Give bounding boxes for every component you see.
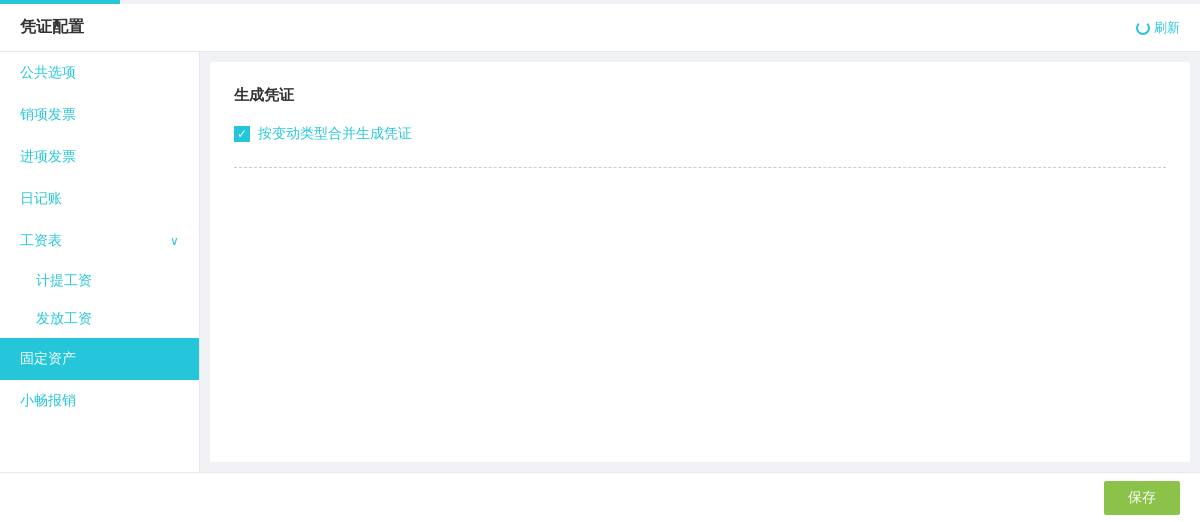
header: 凭证配置 刷新 [0,4,1200,52]
refresh-label: 刷新 [1154,19,1180,37]
sidebar-item-pay-payroll[interactable]: 发放工资 [0,300,199,338]
sidebar-item-sales-invoice[interactable]: 销项发票 [0,94,199,136]
sidebar-item-label: 工资表 [20,232,62,250]
content-area: 生成凭证 ✓ 按变动类型合并生成凭证 [210,62,1190,462]
section-divider [234,167,1166,168]
checkbox-label: 按变动类型合并生成凭证 [258,125,412,143]
footer: 保存 [0,472,1200,522]
sidebar-item-journal[interactable]: 日记账 [0,178,199,220]
sidebar: 公共选项 销项发票 进项发票 日记账 工资表 ∨ 计提工资 发放工资 固定资 [0,52,200,472]
checkbox-row: ✓ 按变动类型合并生成凭证 [234,125,1166,143]
sidebar-item-label: 日记账 [20,190,62,208]
main-layout: 公共选项 销项发票 进项发票 日记账 工资表 ∨ 计提工资 发放工资 固定资 [0,52,1200,472]
sidebar-item-label: 发放工资 [36,310,92,326]
refresh-button[interactable]: 刷新 [1136,19,1180,37]
sidebar-item-fixed-assets[interactable]: 固定资产 [0,338,199,380]
merge-by-type-checkbox[interactable]: ✓ [234,126,250,142]
sidebar-item-purchase-invoice[interactable]: 进项发票 [0,136,199,178]
sidebar-item-label: 公共选项 [20,64,76,82]
checkmark-icon: ✓ [237,128,247,140]
sidebar-item-public-options[interactable]: 公共选项 [0,52,199,94]
chevron-down-icon: ∨ [170,234,179,248]
sidebar-item-label: 计提工资 [36,272,92,288]
sidebar-item-accrual-payroll[interactable]: 计提工资 [0,262,199,300]
sidebar-item-expense-reimbursement[interactable]: 小畅报销 [0,380,199,422]
page-title: 凭证配置 [20,17,84,38]
save-button[interactable]: 保存 [1104,481,1180,515]
sidebar-item-label: 小畅报销 [20,392,76,410]
sidebar-item-label: 固定资产 [20,350,76,368]
sidebar-item-label: 销项发票 [20,106,76,124]
refresh-icon [1136,21,1150,35]
page-wrapper: 凭证配置 刷新 公共选项 销项发票 进项发票 日记账 工资表 ∨ [0,0,1200,522]
sidebar-item-payroll-table[interactable]: 工资表 ∨ [0,220,199,262]
section-title: 生成凭证 [234,86,1166,105]
sidebar-item-label: 进项发票 [20,148,76,166]
